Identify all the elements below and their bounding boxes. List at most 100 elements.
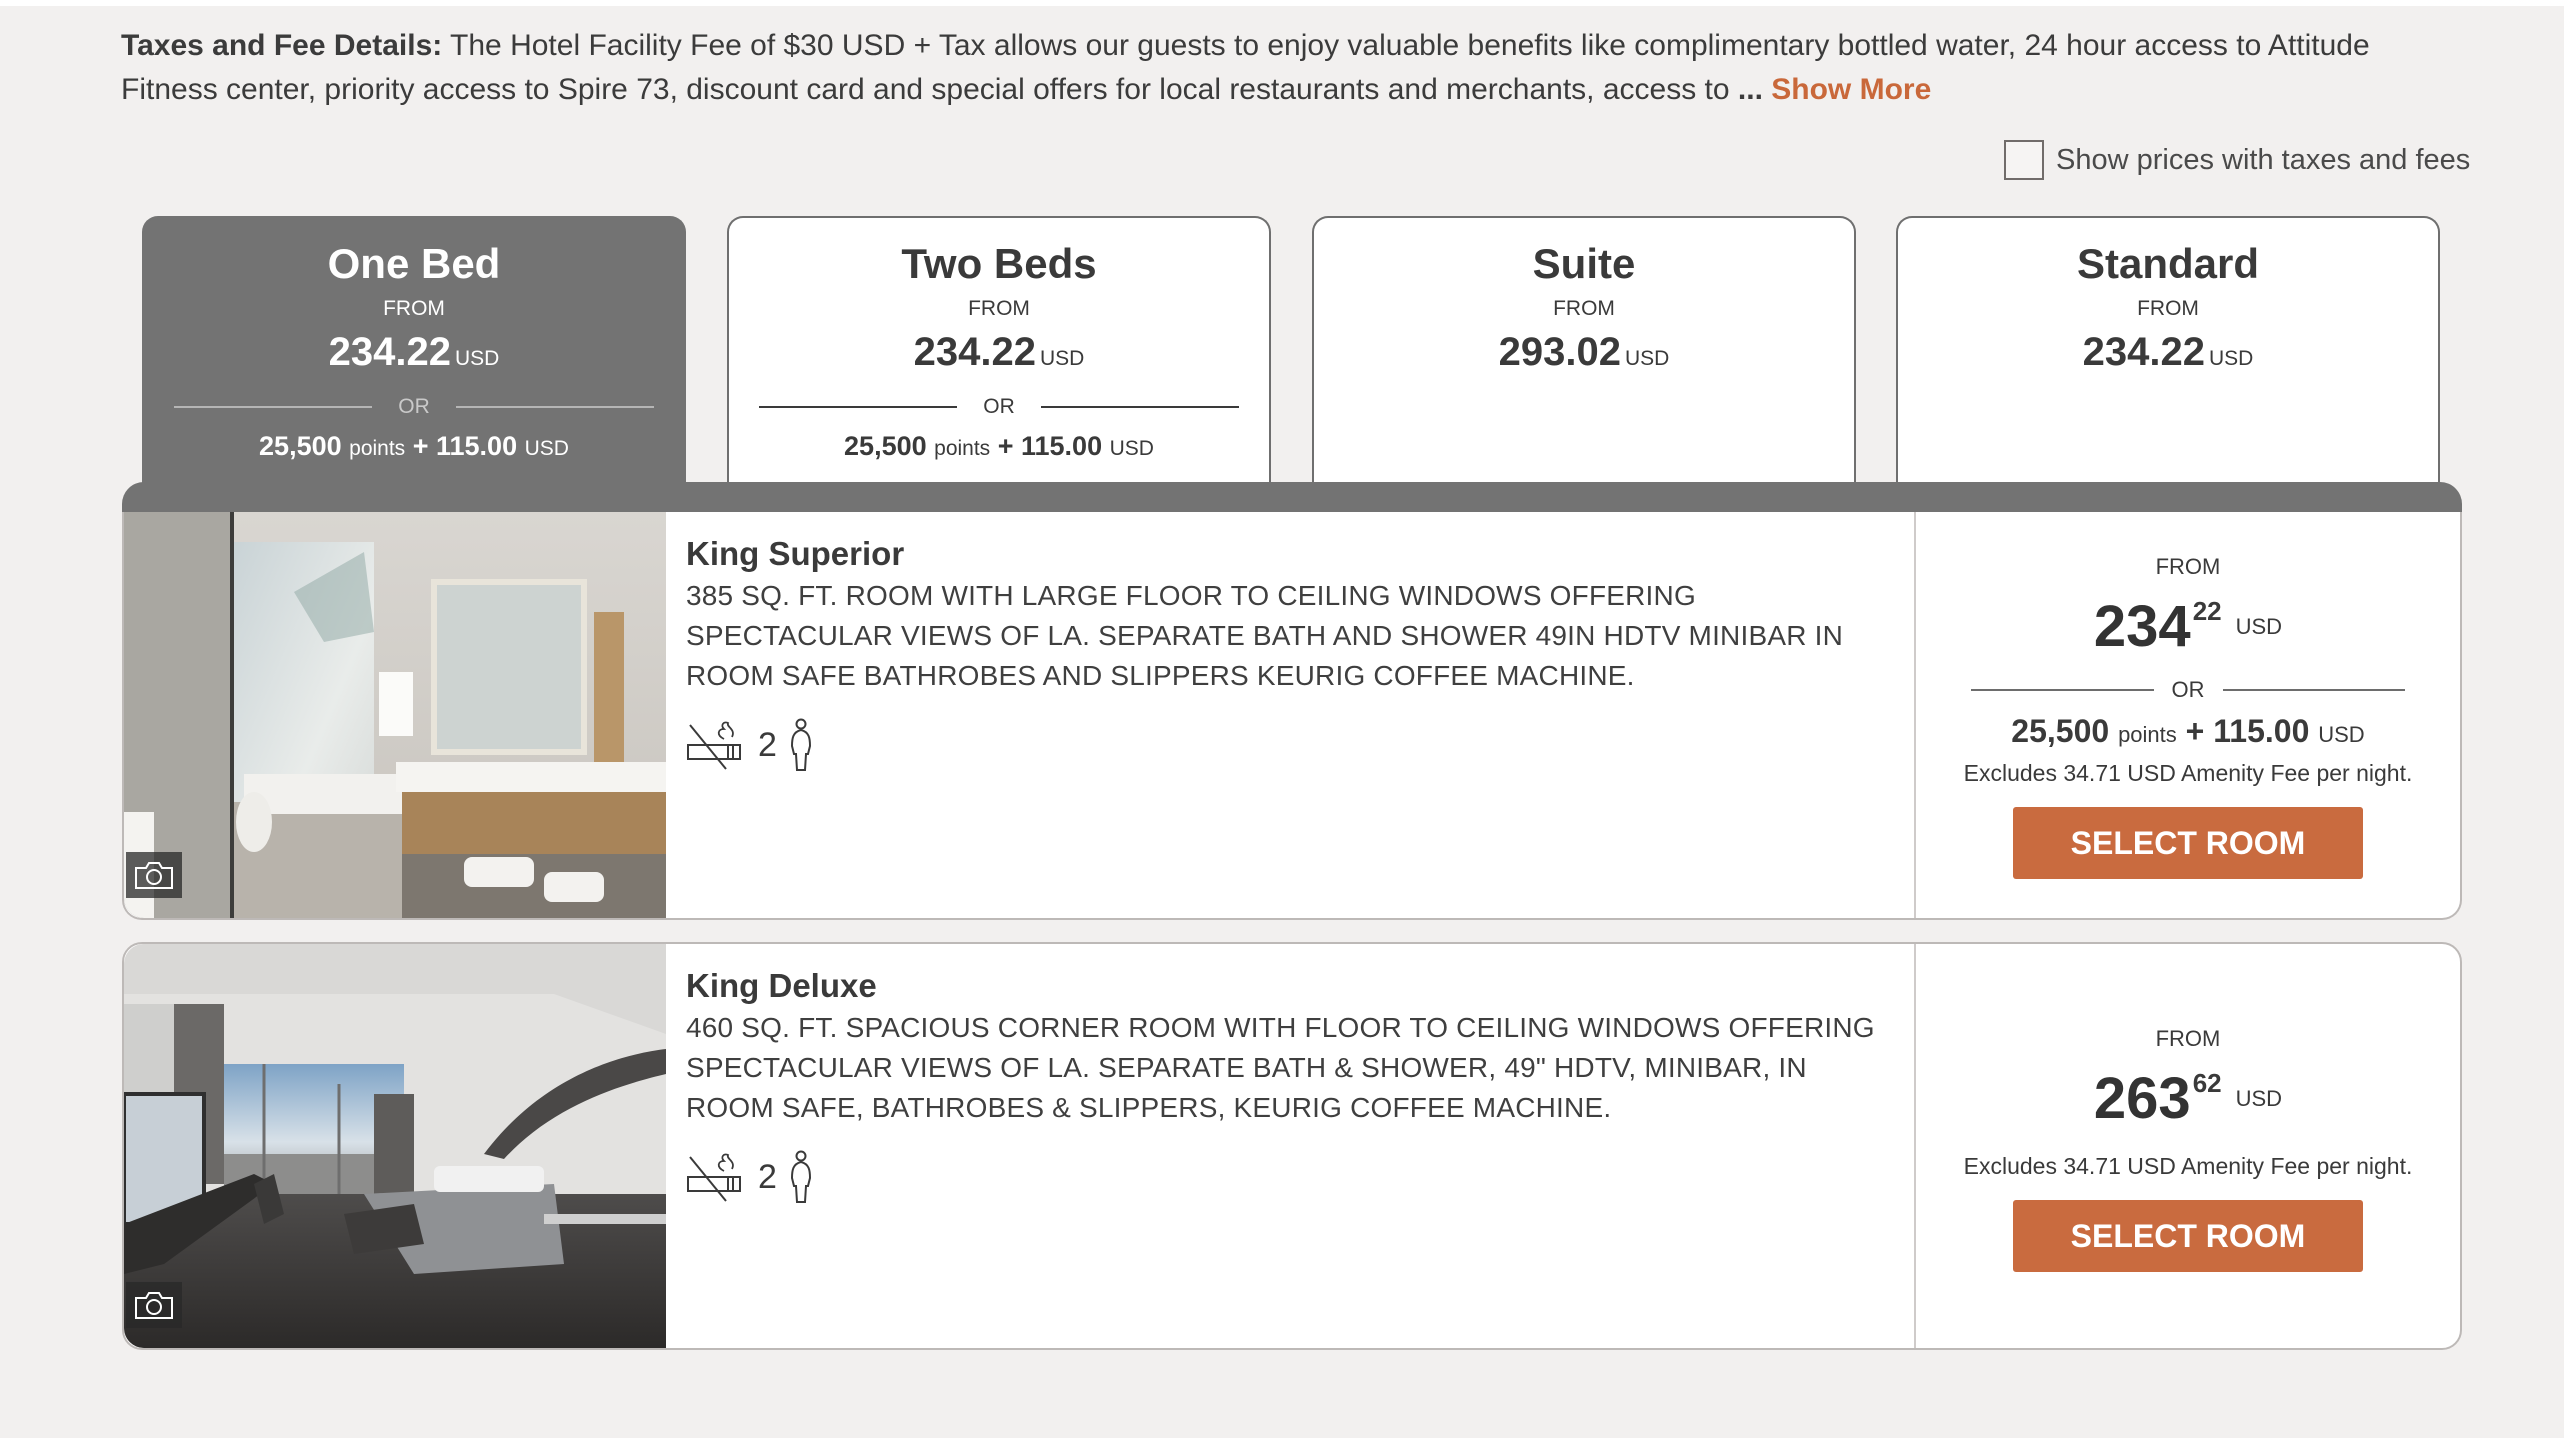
bathroom-photo-image (124, 512, 666, 918)
tab-points-price: 25,500 points + 115.00 USD (144, 431, 684, 462)
no-smoking-icon (687, 1153, 741, 1202)
bedroom-photo-image (124, 944, 666, 1348)
room-name[interactable]: King Deluxe (686, 964, 1890, 1008)
cash-amount: 115.00 (1021, 431, 1103, 461)
price-cents: 22 (2192, 596, 2222, 626)
tab-price: 234.22 USD (144, 328, 684, 385)
room-card: King Deluxe 460 SQ. FT. SPACIOUS CORNER … (122, 942, 2462, 1350)
tab-price: 234.22 USD (1898, 328, 2438, 385)
no-smoking-icon (687, 721, 741, 770)
cash-currency: USD (1109, 437, 1154, 460)
photo-gallery-button[interactable] (126, 852, 182, 898)
camera-icon (135, 862, 173, 889)
divider-line (2222, 689, 2405, 691)
tab-price-amount: 234.22 (328, 330, 451, 374)
points-amount: 25,500 (2011, 713, 2110, 749)
select-room-button[interactable]: SELECT ROOM (2013, 1200, 2363, 1272)
divider-line (1040, 406, 1239, 408)
person-icon (790, 1150, 811, 1203)
divider-line (174, 406, 373, 408)
room-price: 23422 USD (2094, 582, 2282, 671)
or-label: OR (2171, 677, 2205, 702)
tab-price-amount: 234.22 (2082, 330, 2205, 374)
room-price: 26362 USD (2094, 1054, 2282, 1143)
divider-line (1971, 689, 2154, 691)
tab-price: 293.02 USD (1314, 328, 1854, 385)
points-label: points (349, 437, 406, 460)
tab-suite[interactable]: Suite FROM 293.02 USD (1312, 216, 1856, 482)
divider-line (455, 406, 654, 408)
tab-from-label: FROM (2137, 297, 2199, 320)
divider-line (759, 406, 958, 408)
tab-from-label: FROM (968, 297, 1030, 320)
cash-amount: 115.00 (2213, 713, 2310, 749)
room-amenities: 2 (686, 1150, 1890, 1204)
or-divider: OR (174, 395, 654, 419)
tab-title: Two Beds (901, 240, 1097, 287)
show-prices-with-taxes-toggle[interactable]: Show prices with taxes and fees (2004, 140, 2470, 180)
taxes-checkbox-label: Show prices with taxes and fees (2056, 143, 2471, 176)
room-description: 385 SQ. FT. ROOM WITH LARGE FLOOR TO CEI… (686, 580, 1844, 691)
fee-details-text: The Hotel Facility Fee of $30 USD + Tax … (121, 29, 2370, 106)
room-price-panel: FROM 23422 USD OR 25,500 points + 115.00 … (1916, 512, 2460, 918)
points-amount: 25,500 (844, 431, 927, 461)
plus-sign: + (2185, 713, 2205, 749)
photo-gallery-button[interactable] (126, 1282, 182, 1328)
tab-one-bed[interactable]: One Bed FROM 234.22 USD OR 25,500 points … (142, 216, 686, 516)
tab-price-amount: 293.02 (1498, 330, 1621, 374)
room-info: King Superior 385 SQ. FT. ROOM WITH LARG… (666, 512, 1916, 918)
tab-price-currency: USD (2209, 347, 2254, 370)
price-currency: USD (2235, 614, 2283, 639)
room-info: King Deluxe 460 SQ. FT. SPACIOUS CORNER … (666, 944, 1916, 1348)
points-label: points (934, 437, 991, 460)
amenity-fee-note: Excludes 34.71 USD Amenity Fee per night… (1963, 1153, 2413, 1179)
or-label: OR (398, 395, 430, 418)
price-whole: 234 (2093, 594, 2191, 659)
cash-amount: 115.00 (436, 431, 518, 461)
room-description: 460 SQ. FT. SPACIOUS CORNER ROOM WITH FL… (686, 1012, 1875, 1123)
tab-title: One Bed (327, 240, 501, 287)
price-whole: 263 (2093, 1066, 2191, 1131)
select-room-button[interactable]: SELECT ROOM (2013, 807, 2363, 879)
points-amount: 25,500 (259, 431, 342, 461)
cash-currency: USD (2318, 722, 2365, 747)
tab-price-currency: USD (455, 347, 500, 370)
top-strip (0, 0, 2564, 6)
room-price-panel: FROM 26362 USD Excludes 34.71 USD Amenity… (1916, 944, 2460, 1348)
from-label: FROM (2155, 1026, 2221, 1051)
tab-price-amount: 234.22 (913, 330, 1036, 374)
room-card: King Superior 385 SQ. FT. ROOM WITH LARG… (122, 512, 2462, 920)
tab-title: Suite (1532, 240, 1636, 287)
plus-sign: + (997, 431, 1014, 461)
points-label: points (2118, 722, 2177, 747)
room-photo[interactable] (124, 944, 666, 1348)
from-label: FROM (2155, 554, 2221, 579)
person-icon (790, 718, 811, 771)
tab-standard[interactable]: Standard FROM 234.22 USD (1896, 216, 2440, 482)
tab-from-label: FROM (383, 297, 445, 320)
room-photo[interactable] (124, 512, 666, 918)
room-name[interactable]: King Superior (686, 532, 1890, 576)
fee-details: Taxes and Fee Details: The Hotel Facilit… (121, 24, 2461, 112)
camera-icon (135, 1292, 173, 1319)
tab-two-beds[interactable]: Two Beds FROM 234.22 USD OR 25,500 points… (727, 216, 1271, 482)
room-amenities: 2 (686, 718, 1890, 772)
max-guests: 2 (758, 1157, 777, 1196)
taxes-checkbox[interactable] (2004, 140, 2044, 180)
price-cents: 62 (2192, 1068, 2222, 1098)
tab-title: Standard (2076, 240, 2260, 287)
price-currency: USD (2235, 1086, 2283, 1111)
show-more-link[interactable]: Show More (1771, 73, 1931, 106)
cash-currency: USD (524, 437, 569, 460)
tab-panel-header-bar (122, 482, 2462, 514)
tab-points-price: 25,500 points + 115.00 USD (729, 431, 1269, 462)
tab-price-currency: USD (1040, 347, 1085, 370)
fee-details-ellipsis: ... (1737, 73, 1763, 106)
amenity-fee-note: Excludes 34.71 USD Amenity Fee per night… (1963, 760, 2413, 786)
tab-price: 234.22 USD (729, 328, 1269, 385)
points-price: 25,500 points + 115.00 USD (2011, 713, 2364, 750)
tab-price-currency: USD (1625, 347, 1670, 370)
plus-sign: + (412, 431, 429, 461)
tab-from-label: FROM (1553, 297, 1615, 320)
or-label: OR (983, 395, 1015, 418)
